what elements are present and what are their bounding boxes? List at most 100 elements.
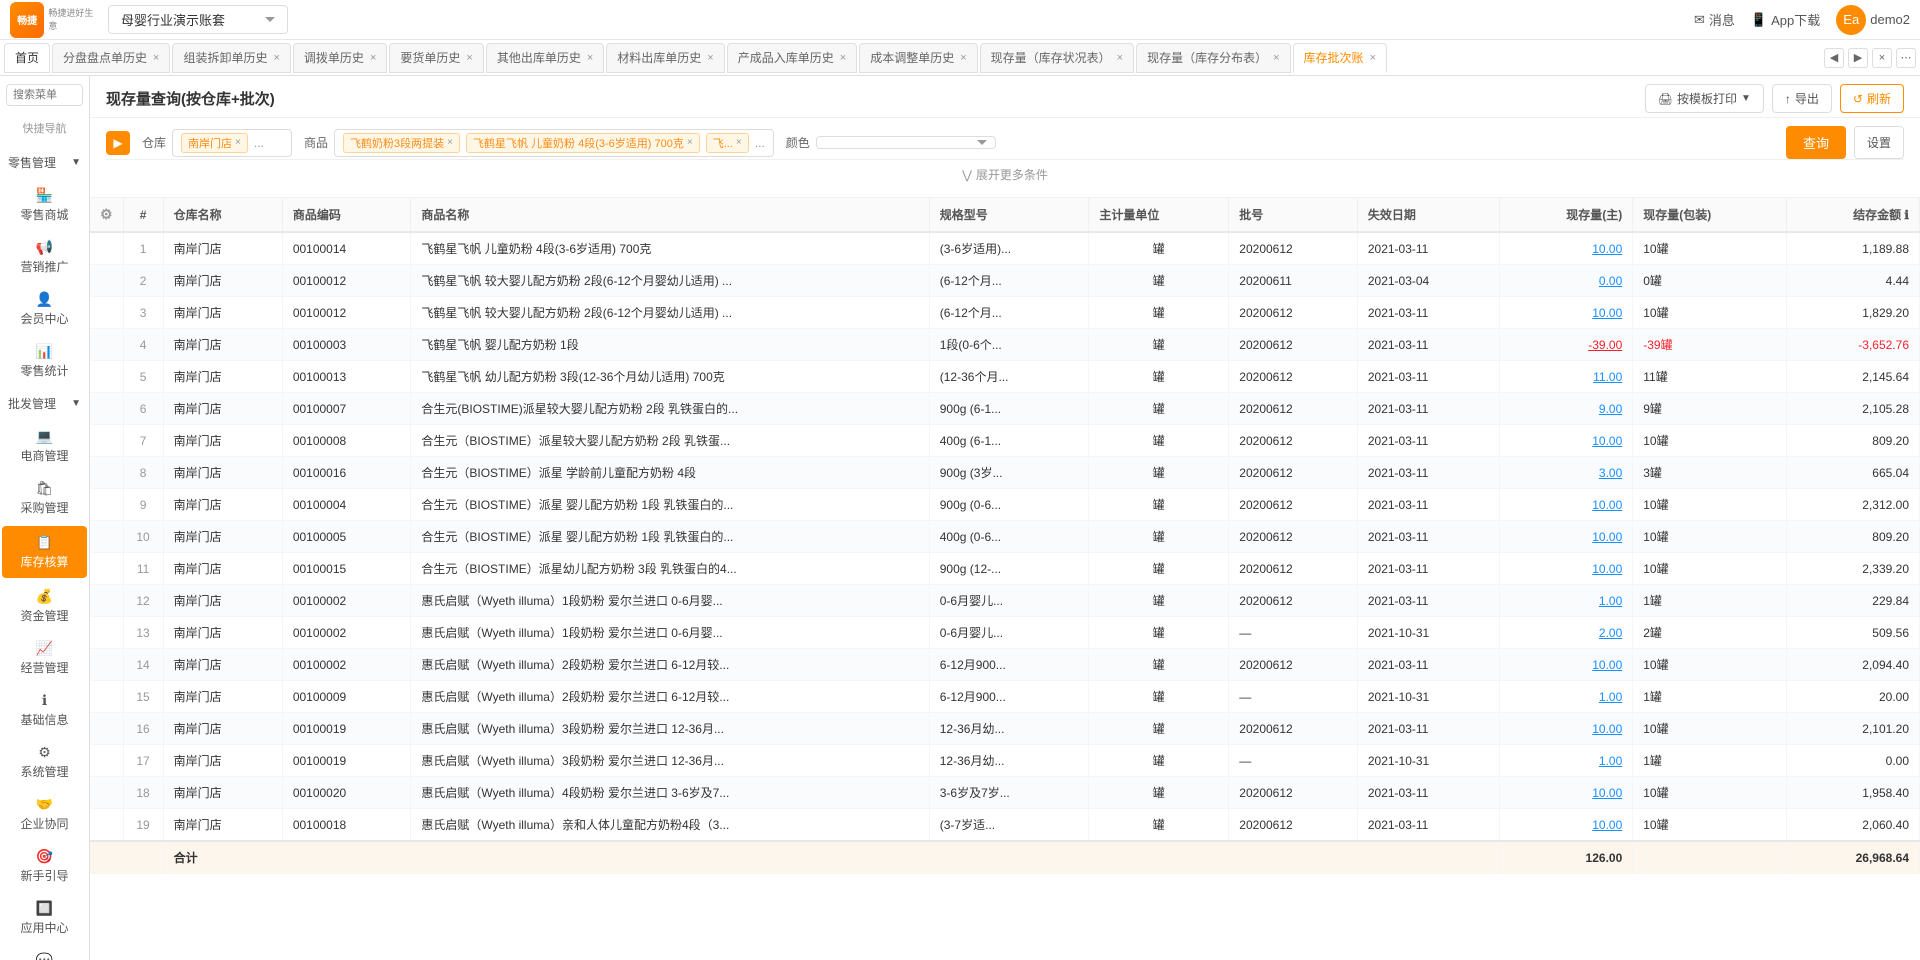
close-icon[interactable]: × <box>370 52 376 64</box>
cell-code: 00100015 <box>282 553 411 585</box>
expand-more-conditions[interactable]: ⋁ 展开更多条件 <box>106 159 1904 189</box>
cell-qty-main[interactable]: 10.00 <box>1500 521 1633 553</box>
warehouse-tag-box[interactable]: 南岸门店 × ... <box>172 129 292 157</box>
cell-qty-main[interactable]: 10.00 <box>1500 489 1633 521</box>
message-button[interactable]: ✉ 消息 <box>1694 10 1735 29</box>
user-menu[interactable]: Ea demo2 <box>1836 5 1910 35</box>
tab-yaohuo[interactable]: 要货单历史 × <box>389 43 483 73</box>
close-icon[interactable]: × <box>840 52 846 64</box>
th-balance: 结存金额 ℹ <box>1787 198 1920 232</box>
th-settings[interactable]: ⚙ <box>90 198 123 232</box>
cell-qty-main[interactable]: -39.00 <box>1500 329 1633 361</box>
cell-qty-main[interactable]: 10.00 <box>1500 553 1633 585</box>
remove-icon[interactable]: × <box>736 137 742 148</box>
cell-qty-main[interactable]: 10.00 <box>1500 809 1633 842</box>
app-icon: 🔲 <box>4 900 85 917</box>
cell-qty-pkg: 10罐 <box>1633 553 1787 585</box>
search-input[interactable] <box>6 84 83 106</box>
sidebar-item-inventory[interactable]: 📋 库存核算 <box>2 526 87 578</box>
cell-qty-pkg: 10罐 <box>1633 297 1787 329</box>
cell-qty-main[interactable]: 0.00 <box>1500 265 1633 297</box>
sidebar-item-basics[interactable]: ℹ 基础信息 <box>0 684 89 736</box>
close-icon[interactable]: × <box>153 52 159 64</box>
sidebar-item-retail-mall[interactable]: 🏪 零售商城 <box>0 179 89 231</box>
gear-icon[interactable]: ⚙ <box>100 206 113 222</box>
sidebar-item-retail-management[interactable]: 零售管理 ▼ <box>0 146 89 179</box>
settings-button[interactable]: 设置 <box>1854 126 1904 159</box>
ellipsis-more[interactable]: ... <box>254 136 264 150</box>
sidebar-item-wxwork[interactable]: 💬 企业微信 <box>0 944 89 960</box>
tab-kucunfb[interactable]: 现存量（库存分布表） × <box>1136 43 1290 73</box>
sidebar-item-guide[interactable]: 🎯 新手引导 <box>0 840 89 892</box>
tab-qitachu[interactable]: 其他出库单历史 × <box>486 43 604 73</box>
export-button[interactable]: ↑ 导出 <box>1772 84 1832 113</box>
close-icon[interactable]: × <box>1117 52 1123 64</box>
close-icon[interactable]: × <box>466 52 472 64</box>
remove-icon[interactable]: × <box>235 137 241 148</box>
product-tag-box[interactable]: 飞鹤奶粉3段两提装 × 飞鹤星飞帆 儿童奶粉 4段(3-6岁适用) 700克 ×… <box>334 129 774 157</box>
sidebar-item-operations[interactable]: 📈 经营管理 <box>0 632 89 684</box>
query-button[interactable]: 查询 <box>1786 126 1846 159</box>
cell-qty-main[interactable]: 10.00 <box>1500 425 1633 457</box>
refresh-button[interactable]: ↺ 刷新 <box>1840 84 1904 113</box>
account-selector[interactable]: 母婴行业演示账套 <box>108 5 288 34</box>
sidebar-item-wholesale[interactable]: 批发管理 ▼ <box>0 387 89 420</box>
th-name: 商品名称 <box>411 198 929 232</box>
cell-spec: 900g (3岁... <box>929 457 1089 489</box>
tab-home[interactable]: 首页 <box>4 43 50 73</box>
cell-qty-pkg: 9罐 <box>1633 393 1787 425</box>
cell-qty-main[interactable]: 3.00 <box>1500 457 1633 489</box>
close-icon[interactable]: × <box>273 52 279 64</box>
cell-qty-main[interactable]: 1.00 <box>1500 745 1633 777</box>
close-icon[interactable]: × <box>960 52 966 64</box>
tab-cailiao[interactable]: 材料出库单历史 × <box>606 43 724 73</box>
cell-unit: 罐 <box>1089 329 1229 361</box>
sidebar-item-ecommerce[interactable]: 💻 电商管理 <box>0 420 89 472</box>
sidebar-item-marketing[interactable]: 📢 营销推广 <box>0 231 89 283</box>
tab-chanpinruku[interactable]: 产成品入库单历史 × <box>727 43 857 73</box>
cell-qty-main[interactable]: 9.00 <box>1500 393 1633 425</box>
remove-icon[interactable]: × <box>687 137 693 148</box>
cell-qty-main[interactable]: 10.00 <box>1500 297 1633 329</box>
close-icon[interactable]: × <box>587 52 593 64</box>
sidebar-item-member[interactable]: 👤 会员中心 <box>0 283 89 335</box>
cell-unit: 罐 <box>1089 649 1229 681</box>
tab-prev-button[interactable]: ◀ <box>1824 48 1844 68</box>
cell-qty-main[interactable]: 2.00 <box>1500 617 1633 649</box>
sidebar-item-retail-stats[interactable]: 📊 零售统计 <box>0 335 89 387</box>
sidebar-item-appstore[interactable]: 🔲 应用中心 <box>0 892 89 944</box>
tab-kucunzt[interactable]: 现存量（库存状况表） × <box>980 43 1134 73</box>
cell-qty-main[interactable]: 11.00 <box>1500 361 1633 393</box>
footer-balance-total: 26,968.64 <box>1787 841 1920 874</box>
tab-fenpan[interactable]: 分盘盘点单历史 × <box>52 43 170 73</box>
tab-zuzhuang[interactable]: 组装拆卸单历史 × <box>172 43 290 73</box>
cell-qty-main[interactable]: 10.00 <box>1500 232 1633 265</box>
cell-qty-main[interactable]: 10.00 <box>1500 649 1633 681</box>
close-icon[interactable]: × <box>707 52 713 64</box>
filter-expand-btn[interactable]: ▶ <box>106 131 130 155</box>
tab-close-button[interactable]: × <box>1872 48 1892 68</box>
sidebar-item-system[interactable]: ⚙ 系统管理 <box>0 736 89 788</box>
tab-chengbentiaozhen[interactable]: 成本调整单历史 × <box>859 43 977 73</box>
cell-qty-main[interactable]: 10.00 <box>1500 777 1633 809</box>
close-icon[interactable]: × <box>1370 52 1376 64</box>
close-icon[interactable]: × <box>1273 52 1279 64</box>
cell-expire: 2021-03-11 <box>1357 809 1499 842</box>
app-download-button[interactable]: 📱 App下载 <box>1751 10 1820 29</box>
sidebar-item-purchase[interactable]: 🛍 采购管理 <box>0 472 89 524</box>
cell-code: 00100002 <box>282 617 411 649</box>
cell-qty-main[interactable]: 10.00 <box>1500 713 1633 745</box>
logo: 畅捷 畅捷进好生意 <box>10 2 100 38</box>
tab-next-button[interactable]: ▶ <box>1848 48 1868 68</box>
print-button[interactable]: 🖨 按模板打印 ▼ <box>1645 84 1764 113</box>
product-more[interactable]: ... <box>755 136 765 150</box>
tab-more-button[interactable]: ⋯ <box>1896 48 1916 68</box>
remove-icon[interactable]: × <box>447 137 453 148</box>
sidebar-item-enterprise[interactable]: 🤝 企业协同 <box>0 788 89 840</box>
cell-qty-main[interactable]: 1.00 <box>1500 681 1633 713</box>
tab-kucunpici[interactable]: 库存批次账 × <box>1293 43 1387 73</box>
tab-diaopo[interactable]: 调拨单历史 × <box>293 43 387 73</box>
color-tag-box[interactable] <box>816 136 996 149</box>
cell-qty-main[interactable]: 1.00 <box>1500 585 1633 617</box>
sidebar-item-finance[interactable]: 💰 资金管理 <box>0 580 89 632</box>
